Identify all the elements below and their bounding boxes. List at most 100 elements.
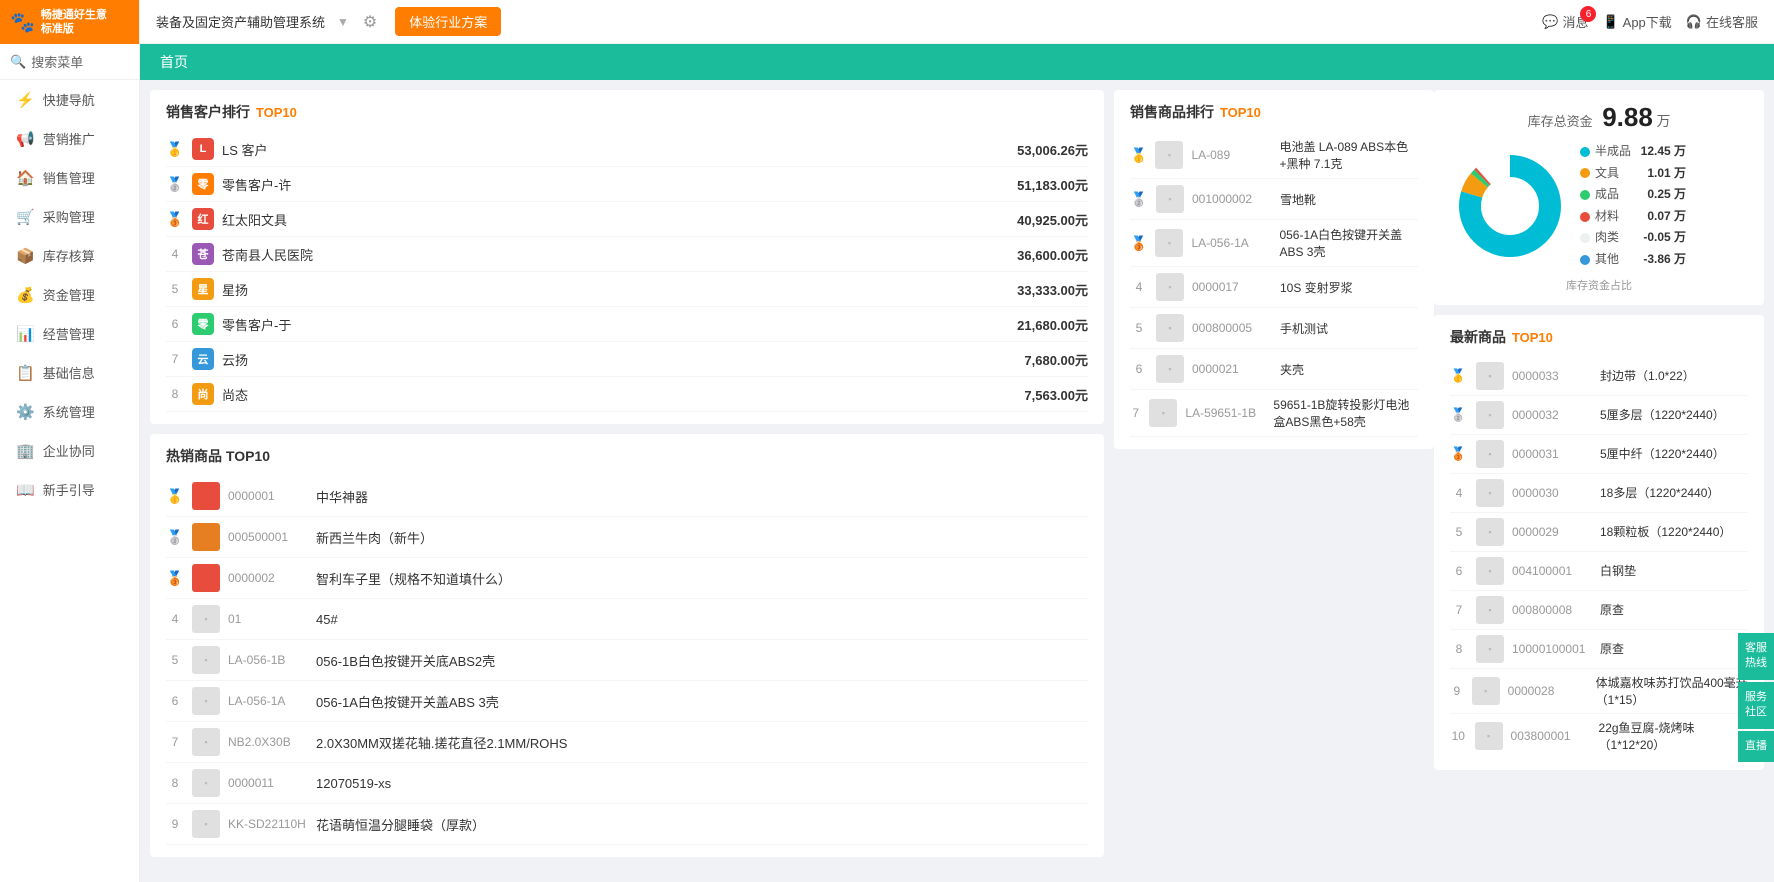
hot-product-row[interactable]: 🥇 0000001 中华神器 (166, 476, 1088, 517)
sidebar-item-operations[interactable]: 📊 经营管理 (0, 314, 139, 353)
hot-product-row[interactable]: 7 ▪ NB2.0X30B 2.0X30MM双搓花轴.搓花直径2.1MM/ROH… (166, 722, 1088, 763)
dropdown-arrow-icon[interactable]: ▼ (337, 15, 349, 29)
sidebar-item-quick[interactable]: ⚡ 快捷导航 (0, 80, 139, 119)
logo-line1: 畅捷通好生意 (41, 8, 107, 22)
new-product-row[interactable]: 🥉 ▪ 0000031 5厘中纤（1220*2440） (1450, 435, 1748, 474)
new-product-row[interactable]: 5 ▪ 0000029 18颗粒板（1220*2440） (1450, 513, 1748, 552)
new-product-row[interactable]: 8 ▪ 10000100001 原查 (1450, 630, 1748, 669)
sales-product-row[interactable]: 🥇 ▪ LA-089 电池盖 LA-089 ABS本色+黑种 7.1克 (1130, 132, 1418, 179)
guide-icon: 📖 (16, 481, 35, 499)
hot-products-title: 热销商品 TOP10 (166, 446, 1088, 466)
rank-row[interactable]: 5 星 星扬 33,333.00元 (166, 272, 1088, 307)
tab-home[interactable]: 首页 (140, 44, 208, 80)
sidebar-item-system[interactable]: ⚙️ 系统管理 (0, 392, 139, 431)
rank-row[interactable]: 🥈 零 零售客户-许 51,183.00元 (166, 167, 1088, 202)
app-label: App下载 (1623, 12, 1672, 31)
online-service-button[interactable]: 🎧 在线客服 (1686, 12, 1758, 31)
rank-row[interactable]: 8 尚 尚态 7,563.00元 (166, 377, 1088, 412)
product-name: 5厘中纤（1220*2440） (1600, 445, 1725, 462)
product-code: 01 (228, 612, 308, 626)
rank-num: 7 (166, 735, 184, 749)
product-name: 18多层（1220*2440） (1600, 484, 1719, 501)
hot-product-row[interactable]: 🥈 000500001 新西兰牛肉（新牛） (166, 517, 1088, 558)
hot-product-row[interactable]: 8 ▪ 0000011 12070519-xs (166, 763, 1088, 804)
hot-product-row[interactable]: 9 ▪ KK-SD22110H 花语萌恒温分腿睡袋（厚款） (166, 804, 1088, 845)
sidebar-item-corp[interactable]: 🏢 企业协同 (0, 431, 139, 470)
legend-label: 材料 (1595, 206, 1631, 228)
new-product-row[interactable]: 🥈 ▪ 0000032 5厘多层（1220*2440） (1450, 396, 1748, 435)
sales-product-row[interactable]: 4 ▪ 0000017 10S 变射罗浆 (1130, 267, 1418, 308)
product-image-placeholder: ▪ (1156, 314, 1184, 342)
rank-row[interactable]: 🥇 L LS 客户 53,006.26元 (166, 132, 1088, 167)
sidebar-item-label: 基础信息 (43, 363, 95, 382)
hot-product-row[interactable]: 5 ▪ LA-056-1B 056-1B白色按键开关底ABS2壳 (166, 640, 1088, 681)
rank-row[interactable]: 7 云 云扬 7,680.00元 (166, 342, 1088, 377)
system-icon: ⚙️ (16, 403, 35, 421)
product-image-placeholder: ▪ (1475, 722, 1503, 750)
hot-product-row[interactable]: 4 ▪ 01 45# (166, 599, 1088, 640)
new-product-row[interactable]: 10 ▪ 003800001 22g鱼豆腐-烧烤味（1*12*20） (1450, 714, 1748, 758)
rank-num: 4 (166, 612, 184, 626)
rank-num: 6 (1450, 564, 1468, 578)
legend-item: 其他 -3.86 万 (1580, 249, 1686, 271)
hot-product-row[interactable]: 6 ▪ LA-056-1A 056-1A白色按键开关盖ABS 3壳 (166, 681, 1088, 722)
rank-num: 8 (166, 776, 184, 790)
new-product-row[interactable]: 7 ▪ 000800008 原查 (1450, 591, 1748, 630)
new-product-row[interactable]: 🥇 ▪ 0000033 封边带（1.0*22） (1450, 357, 1748, 396)
sidebar-item-guide[interactable]: 📖 新手引导 (0, 470, 139, 509)
sidebar-item-marketing[interactable]: 📢 营销推广 (0, 119, 139, 158)
sidebar-item-purchase[interactable]: 🛒 采购管理 (0, 197, 139, 236)
legend-item: 半成品 12.45 万 (1580, 141, 1686, 163)
system-name: 装备及固定资产辅助管理系统 (156, 12, 325, 31)
rank-value: 33,333.00元 (1017, 280, 1088, 299)
service-icon: 🎧 (1686, 14, 1702, 30)
cs-hotline-button[interactable]: 客服热线 (1738, 633, 1774, 680)
sidebar-item-finance[interactable]: 💰 资金管理 (0, 275, 139, 314)
rank-value: 21,680.00元 (1017, 315, 1088, 334)
rank-row[interactable]: 🥉 红 红太阳文具 40,925.00元 (166, 202, 1088, 237)
app-download-button[interactable]: 📱 App下载 (1602, 12, 1671, 31)
rank-medal-icon: 🥇 (1130, 147, 1147, 164)
inventory-title: 库存总资金 (1528, 114, 1593, 129)
sales-product-row[interactable]: 🥉 ▪ LA-056-1A 056-1A白色按键开关盖ABS 3壳 (1130, 220, 1418, 267)
sidebar-search[interactable]: 🔍 搜索菜单 (0, 44, 139, 80)
message-badge: 6 (1580, 6, 1596, 22)
rank-value: 53,006.26元 (1017, 140, 1088, 159)
sidebar-item-inventory[interactable]: 📦 库存核算 (0, 236, 139, 275)
product-code: 0000032 (1512, 408, 1592, 422)
new-product-row[interactable]: 9 ▪ 0000028 体城嘉枚味苏打饮品400毫升（1*15） (1450, 669, 1748, 714)
product-name: 封边带（1.0*22） (1600, 367, 1695, 384)
message-icon: 💬 (1542, 14, 1558, 30)
rank-num: 5 (1450, 525, 1468, 539)
product-code: 0000031 (1512, 447, 1592, 461)
rank-row[interactable]: 6 零 零售客户-于 21,680.00元 (166, 307, 1088, 342)
service-label: 在线客服 (1706, 12, 1758, 31)
rank-medal-icon: 🥈 (1130, 191, 1148, 208)
sales-product-row[interactable]: 6 ▪ 0000021 夹壳 (1130, 349, 1418, 390)
rank-num: 6 (166, 694, 184, 708)
sales-ranking-list: 🥇 L LS 客户 53,006.26元 🥈 零 零售客户-许 51,183.0… (166, 132, 1088, 412)
rank-medal-icon: 🥈 (166, 529, 184, 546)
hot-product-row[interactable]: 🥉 0000002 智利车子里（规格不知道填什么） (166, 558, 1088, 599)
product-image-placeholder: ▪ (192, 646, 220, 674)
message-button[interactable]: 💬 消息 6 (1542, 12, 1588, 31)
sidebar-item-label: 系统管理 (43, 402, 95, 421)
sales-product-row[interactable]: 5 ▪ 000800005 手机测试 (1130, 308, 1418, 349)
quick-icon: ⚡ (16, 91, 35, 109)
sales-product-row[interactable]: 7 ▪ LA-59651-1B 59651-1B旋转投影灯电池盒ABS黑色+58… (1130, 390, 1418, 437)
trial-button[interactable]: 体验行业方案 (395, 7, 501, 36)
sales-product-row[interactable]: 🥈 ▪ 001000002 雪地靴 (1130, 179, 1418, 220)
settings-icon[interactable]: ⚙ (363, 12, 377, 32)
product-name: 2.0X30MM双搓花轴.搓花直径2.1MM/ROHS (316, 733, 567, 752)
cs-community-button[interactable]: 服务社区 (1738, 682, 1774, 729)
sidebar-item-sales[interactable]: 🏠 销售管理 (0, 158, 139, 197)
sidebar-item-basic[interactable]: 📋 基础信息 (0, 353, 139, 392)
product-name: 花语萌恒温分腿睡袋（厚款） (316, 815, 485, 834)
rank-row[interactable]: 4 苍 苍南县人民医院 36,600.00元 (166, 237, 1088, 272)
new-product-row[interactable]: 4 ▪ 0000030 18多层（1220*2440） (1450, 474, 1748, 513)
cs-live-button[interactable]: 直播 (1738, 731, 1774, 762)
product-name: 原查 (1600, 601, 1624, 618)
rank-avatar: 星 (192, 278, 214, 300)
rank-name: 零售客户-许 (222, 175, 1009, 194)
new-product-row[interactable]: 6 ▪ 004100001 白钢垫 (1450, 552, 1748, 591)
